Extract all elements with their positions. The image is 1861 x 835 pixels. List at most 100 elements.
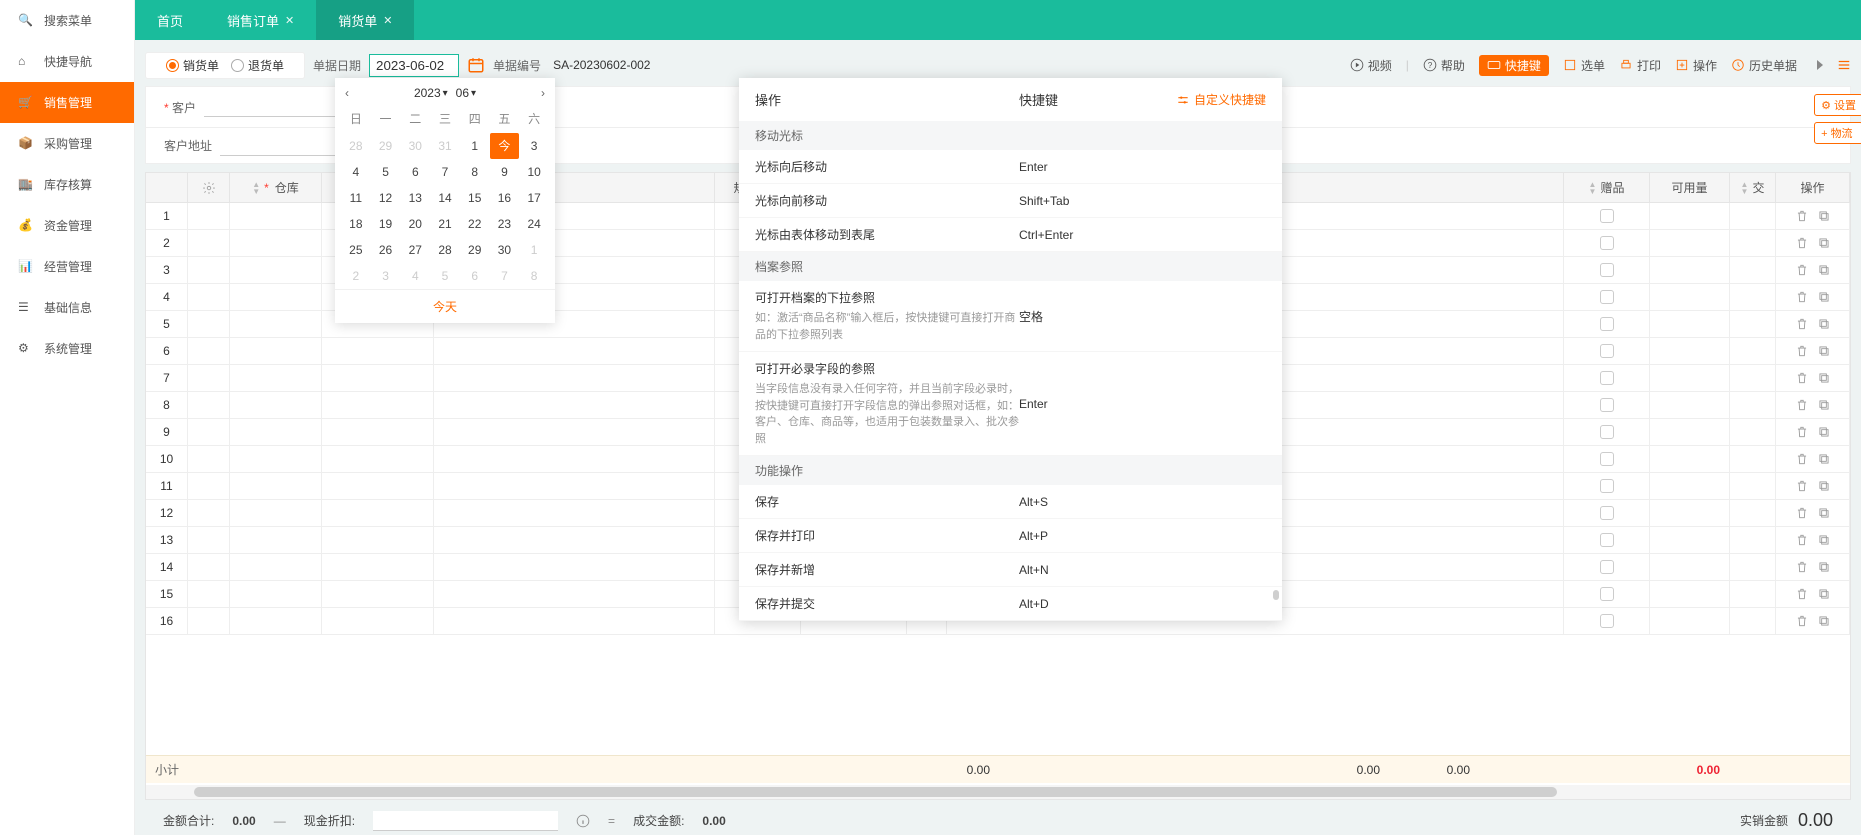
settings-button[interactable]: ⚙ 设置: [1814, 94, 1861, 116]
copy-icon[interactable]: [1817, 614, 1831, 628]
th-available[interactable]: 可用量: [1650, 173, 1730, 202]
copy-icon[interactable]: [1817, 533, 1831, 547]
calendar-day[interactable]: 7: [490, 263, 520, 289]
calendar-day[interactable]: 7: [430, 159, 460, 185]
info-icon[interactable]: [576, 814, 590, 828]
calendar-day[interactable]: 30: [490, 237, 520, 263]
calendar-day[interactable]: 28: [430, 237, 460, 263]
gift-checkbox[interactable]: [1564, 284, 1650, 310]
th-gift[interactable]: ▲▼赠品: [1564, 173, 1650, 202]
history-button[interactable]: 历史单据: [1731, 57, 1797, 74]
calendar-day[interactable]: 8: [460, 159, 490, 185]
delete-icon[interactable]: [1795, 533, 1809, 547]
calendar-day[interactable]: 30: [400, 133, 430, 159]
delete-icon[interactable]: [1795, 479, 1809, 493]
sidebar-item-0[interactable]: 🔍搜索菜单: [0, 0, 134, 41]
gift-checkbox[interactable]: [1564, 392, 1650, 418]
th-deliver[interactable]: ▲▼交: [1730, 173, 1776, 202]
calendar-day[interactable]: 16: [490, 185, 520, 211]
copy-icon[interactable]: [1817, 263, 1831, 277]
calendar-day[interactable]: 2: [341, 263, 371, 289]
tab-0[interactable]: 首页: [135, 0, 205, 40]
calendar-day[interactable]: 22: [460, 211, 490, 237]
logistics-button[interactable]: + 物流: [1814, 122, 1861, 144]
menu-icon[interactable]: [1837, 58, 1851, 72]
cal-year-select[interactable]: 2023▾: [414, 86, 448, 100]
copy-icon[interactable]: [1817, 209, 1831, 223]
copy-icon[interactable]: [1817, 587, 1831, 601]
calendar-day[interactable]: 28: [341, 133, 371, 159]
calendar-day[interactable]: 18: [341, 211, 371, 237]
delete-icon[interactable]: [1795, 263, 1809, 277]
calendar-day[interactable]: 5: [371, 159, 401, 185]
sidebar-item-7[interactable]: ☰基础信息: [0, 287, 134, 328]
help-button[interactable]: ? 帮助: [1423, 57, 1465, 74]
th-warehouse[interactable]: ▲▼*仓库: [230, 173, 322, 202]
delete-icon[interactable]: [1795, 317, 1809, 331]
sidebar-item-1[interactable]: ⌂快捷导航: [0, 41, 134, 82]
delete-icon[interactable]: [1795, 398, 1809, 412]
gift-checkbox[interactable]: [1564, 527, 1650, 553]
calendar-day[interactable]: 20: [400, 211, 430, 237]
calendar-day[interactable]: 今: [490, 133, 520, 159]
calendar-day[interactable]: 29: [371, 133, 401, 159]
radio-sale[interactable]: 销货单: [166, 57, 219, 74]
hotkey-button[interactable]: 快捷键: [1479, 55, 1549, 76]
tab-1[interactable]: 销售订单✕: [205, 0, 316, 40]
calendar-day[interactable]: 13: [400, 185, 430, 211]
delete-icon[interactable]: [1795, 425, 1809, 439]
copy-icon[interactable]: [1817, 344, 1831, 358]
copy-icon[interactable]: [1817, 452, 1831, 466]
gift-checkbox[interactable]: [1564, 230, 1650, 256]
gift-checkbox[interactable]: [1564, 257, 1650, 283]
delete-icon[interactable]: [1795, 587, 1809, 601]
cash-input[interactable]: [373, 811, 558, 831]
sidebar-item-2[interactable]: 🛒销售管理: [0, 82, 134, 123]
chevron-right-icon[interactable]: [1817, 60, 1823, 70]
copy-icon[interactable]: [1817, 506, 1831, 520]
tab-2[interactable]: 销货单✕: [316, 0, 414, 40]
close-icon[interactable]: ✕: [383, 14, 392, 27]
gift-checkbox[interactable]: [1564, 473, 1650, 499]
cal-next-icon[interactable]: ›: [541, 86, 545, 100]
shortcuts-scrollbar[interactable]: [1273, 170, 1279, 600]
radio-return[interactable]: 退货单: [231, 57, 284, 74]
calendar-day[interactable]: 23: [490, 211, 520, 237]
calendar-day[interactable]: 15: [460, 185, 490, 211]
customize-shortcuts-button[interactable]: 自定义快捷键: [1176, 91, 1266, 108]
calendar-day[interactable]: 27: [400, 237, 430, 263]
th-gear[interactable]: [188, 173, 230, 202]
calendar-day[interactable]: 19: [371, 211, 401, 237]
calendar-day[interactable]: 3: [519, 133, 549, 159]
copy-icon[interactable]: [1817, 560, 1831, 574]
delete-icon[interactable]: [1795, 560, 1809, 574]
horizontal-scrollbar[interactable]: [146, 785, 1850, 799]
delete-icon[interactable]: [1795, 506, 1809, 520]
calendar-icon[interactable]: [467, 56, 485, 74]
delete-icon[interactable]: [1795, 614, 1809, 628]
delete-icon[interactable]: [1795, 290, 1809, 304]
calendar-day[interactable]: 29: [460, 237, 490, 263]
gift-checkbox[interactable]: [1564, 446, 1650, 472]
date-input[interactable]: [369, 54, 459, 77]
copy-icon[interactable]: [1817, 479, 1831, 493]
calendar-day[interactable]: 9: [490, 159, 520, 185]
copy-icon[interactable]: [1817, 317, 1831, 331]
delete-icon[interactable]: [1795, 452, 1809, 466]
sidebar-item-4[interactable]: 🏬库存核算: [0, 164, 134, 205]
calendar-day[interactable]: 11: [341, 185, 371, 211]
gift-checkbox[interactable]: [1564, 365, 1650, 391]
calendar-day[interactable]: 4: [341, 159, 371, 185]
gift-checkbox[interactable]: [1564, 608, 1650, 634]
gift-checkbox[interactable]: [1564, 581, 1650, 607]
sidebar-item-5[interactable]: 💰资金管理: [0, 205, 134, 246]
select-doc-button[interactable]: 选单: [1563, 57, 1605, 74]
copy-icon[interactable]: [1817, 236, 1831, 250]
calendar-day[interactable]: 12: [371, 185, 401, 211]
calendar-day[interactable]: 24: [519, 211, 549, 237]
video-button[interactable]: 视频: [1350, 57, 1392, 74]
calendar-day[interactable]: 10: [519, 159, 549, 185]
copy-icon[interactable]: [1817, 398, 1831, 412]
sidebar-item-6[interactable]: 📊经营管理: [0, 246, 134, 287]
gift-checkbox[interactable]: [1564, 419, 1650, 445]
